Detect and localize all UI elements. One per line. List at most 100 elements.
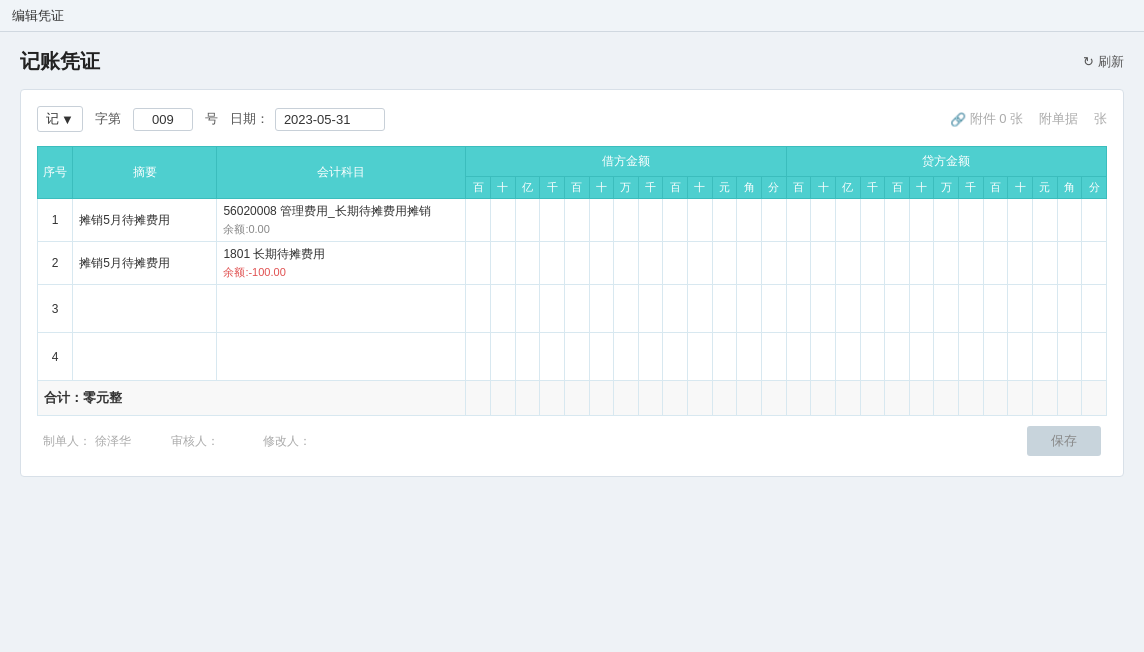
debit-digit-cell[interactable] <box>466 333 491 381</box>
debit-digit-cell[interactable] <box>540 199 565 242</box>
debit-digit-cell[interactable] <box>663 333 688 381</box>
credit-digit-cell[interactable] <box>811 199 836 242</box>
credit-digit-cell[interactable] <box>811 242 836 285</box>
credit-digit-cell[interactable] <box>934 199 959 242</box>
credit-digit-cell[interactable] <box>983 199 1008 242</box>
debit-digit-cell[interactable] <box>614 333 639 381</box>
debit-digit-cell[interactable] <box>614 199 639 242</box>
debit-digit-cell[interactable] <box>638 333 663 381</box>
debit-digit-cell[interactable] <box>589 285 614 333</box>
debit-digit-cell[interactable] <box>540 285 565 333</box>
debit-digit-cell[interactable] <box>688 242 713 285</box>
credit-digit-cell[interactable] <box>1008 199 1033 242</box>
voucher-type-button[interactable]: 记 ▼ <box>37 106 83 132</box>
debit-digit-cell[interactable] <box>466 242 491 285</box>
credit-digit-cell[interactable] <box>959 242 984 285</box>
cell-account[interactable] <box>217 285 466 333</box>
debit-digit-cell[interactable] <box>761 242 786 285</box>
debit-digit-cell[interactable] <box>466 285 491 333</box>
debit-digit-cell[interactable] <box>638 199 663 242</box>
credit-digit-cell[interactable] <box>811 285 836 333</box>
credit-digit-cell[interactable] <box>983 285 1008 333</box>
debit-digit-cell[interactable] <box>638 242 663 285</box>
cell-summary[interactable]: 摊销5月待摊费用 <box>73 242 217 285</box>
credit-digit-cell[interactable] <box>909 242 934 285</box>
credit-digit-cell[interactable] <box>1008 242 1033 285</box>
debit-digit-cell[interactable] <box>614 242 639 285</box>
credit-digit-cell[interactable] <box>835 285 860 333</box>
credit-digit-cell[interactable] <box>885 333 910 381</box>
credit-digit-cell[interactable] <box>909 285 934 333</box>
debit-digit-cell[interactable] <box>663 199 688 242</box>
save-button[interactable]: 保存 <box>1027 426 1101 456</box>
debit-digit-cell[interactable] <box>490 199 515 242</box>
credit-digit-cell[interactable] <box>959 285 984 333</box>
credit-digit-cell[interactable] <box>934 285 959 333</box>
cell-account[interactable]: 1801 长期待摊费用余额:-100.00 <box>217 242 466 285</box>
credit-digit-cell[interactable] <box>835 333 860 381</box>
credit-digit-cell[interactable] <box>1033 285 1058 333</box>
debit-digit-cell[interactable] <box>515 242 540 285</box>
cell-summary[interactable]: 摊销5月待摊费用 <box>73 199 217 242</box>
voucher-number-input[interactable] <box>133 108 193 131</box>
credit-digit-cell[interactable] <box>1082 333 1107 381</box>
debit-digit-cell[interactable] <box>515 285 540 333</box>
credit-digit-cell[interactable] <box>1033 333 1058 381</box>
credit-digit-cell[interactable] <box>835 242 860 285</box>
debit-digit-cell[interactable] <box>688 285 713 333</box>
debit-digit-cell[interactable] <box>712 242 737 285</box>
debit-digit-cell[interactable] <box>540 242 565 285</box>
debit-digit-cell[interactable] <box>712 333 737 381</box>
debit-digit-cell[interactable] <box>737 242 762 285</box>
credit-digit-cell[interactable] <box>860 199 885 242</box>
credit-digit-cell[interactable] <box>786 333 811 381</box>
credit-digit-cell[interactable] <box>909 333 934 381</box>
credit-digit-cell[interactable] <box>983 242 1008 285</box>
credit-digit-cell[interactable] <box>835 199 860 242</box>
date-input[interactable] <box>275 108 385 131</box>
debit-digit-cell[interactable] <box>712 285 737 333</box>
debit-digit-cell[interactable] <box>761 285 786 333</box>
debit-digit-cell[interactable] <box>663 242 688 285</box>
debit-digit-cell[interactable] <box>737 285 762 333</box>
cell-account[interactable]: 56020008 管理费用_长期待摊费用摊销余额:0.00 <box>217 199 466 242</box>
debit-digit-cell[interactable] <box>564 199 589 242</box>
credit-digit-cell[interactable] <box>885 285 910 333</box>
cell-summary[interactable] <box>73 333 217 381</box>
credit-digit-cell[interactable] <box>1082 199 1107 242</box>
credit-digit-cell[interactable] <box>959 333 984 381</box>
credit-digit-cell[interactable] <box>1008 285 1033 333</box>
credit-digit-cell[interactable] <box>1033 242 1058 285</box>
debit-digit-cell[interactable] <box>614 285 639 333</box>
debit-digit-cell[interactable] <box>564 285 589 333</box>
debit-digit-cell[interactable] <box>589 333 614 381</box>
debit-digit-cell[interactable] <box>761 199 786 242</box>
debit-digit-cell[interactable] <box>490 242 515 285</box>
credit-digit-cell[interactable] <box>885 242 910 285</box>
credit-digit-cell[interactable] <box>1057 285 1082 333</box>
credit-digit-cell[interactable] <box>860 285 885 333</box>
debit-digit-cell[interactable] <box>688 333 713 381</box>
credit-digit-cell[interactable] <box>786 285 811 333</box>
cell-account[interactable] <box>217 333 466 381</box>
credit-digit-cell[interactable] <box>1082 285 1107 333</box>
credit-digit-cell[interactable] <box>934 242 959 285</box>
credit-digit-cell[interactable] <box>934 333 959 381</box>
debit-digit-cell[interactable] <box>515 333 540 381</box>
debit-digit-cell[interactable] <box>737 199 762 242</box>
debit-digit-cell[interactable] <box>564 242 589 285</box>
credit-digit-cell[interactable] <box>959 199 984 242</box>
debit-digit-cell[interactable] <box>490 285 515 333</box>
debit-digit-cell[interactable] <box>540 333 565 381</box>
credit-digit-cell[interactable] <box>1057 333 1082 381</box>
debit-digit-cell[interactable] <box>589 242 614 285</box>
debit-digit-cell[interactable] <box>515 199 540 242</box>
debit-digit-cell[interactable] <box>638 285 663 333</box>
credit-digit-cell[interactable] <box>1057 199 1082 242</box>
attachment-button[interactable]: 🔗 附件 0 张 <box>950 110 1023 128</box>
debit-digit-cell[interactable] <box>712 199 737 242</box>
cell-summary[interactable] <box>73 285 217 333</box>
credit-digit-cell[interactable] <box>1057 242 1082 285</box>
credit-digit-cell[interactable] <box>885 199 910 242</box>
debit-digit-cell[interactable] <box>688 199 713 242</box>
